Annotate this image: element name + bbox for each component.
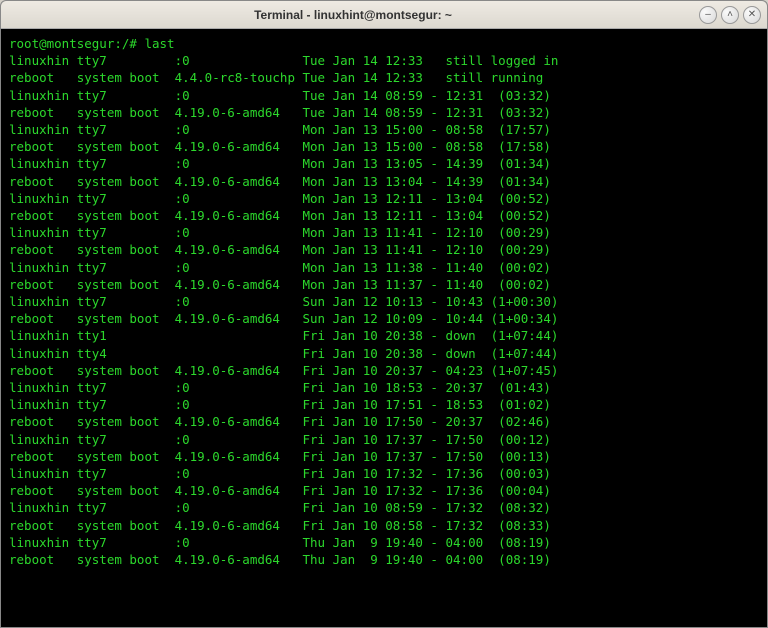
output-line: linuxhin tty7 :0 Thu Jan 9 19:40 - 04:00… <box>9 534 759 551</box>
output-line: linuxhin tty7 :0 Fri Jan 10 17:51 - 18:5… <box>9 396 759 413</box>
titlebar[interactable]: Terminal - linuxhint@montsegur: ~ ‒ ˄ ✕ <box>1 1 767 29</box>
output-line: reboot system boot 4.19.0-6-amd64 Tue Ja… <box>9 104 759 121</box>
output-line: reboot system boot 4.19.0-6-amd64 Mon Ja… <box>9 173 759 190</box>
output-rows: linuxhin tty7 :0 Tue Jan 14 12:33 still … <box>9 52 759 568</box>
output-line: reboot system boot 4.19.0-6-amd64 Fri Ja… <box>9 413 759 430</box>
output-line: reboot system boot 4.19.0-6-amd64 Fri Ja… <box>9 448 759 465</box>
prompt-line: root@montsegur:/# last <box>9 35 759 52</box>
output-line: linuxhin tty7 :0 Mon Jan 13 13:05 - 14:3… <box>9 155 759 172</box>
output-line: linuxhin tty7 :0 Mon Jan 13 11:41 - 12:1… <box>9 224 759 241</box>
output-line: reboot system boot 4.19.0-6-amd64 Mon Ja… <box>9 138 759 155</box>
maximize-button[interactable]: ˄ <box>721 6 739 24</box>
output-line: reboot system boot 4.19.0-6-amd64 Thu Ja… <box>9 551 759 568</box>
output-line: linuxhin tty4 Fri Jan 10 20:38 - down (1… <box>9 345 759 362</box>
output-line: reboot system boot 4.4.0-rc8-touchp Tue … <box>9 69 759 86</box>
output-line: linuxhin tty7 :0 Tue Jan 14 12:33 still … <box>9 52 759 69</box>
output-line: linuxhin tty7 :0 Mon Jan 13 15:00 - 08:5… <box>9 121 759 138</box>
output-line: reboot system boot 4.19.0-6-amd64 Fri Ja… <box>9 362 759 379</box>
minimize-button[interactable]: ‒ <box>699 6 717 24</box>
output-line: linuxhin tty7 :0 Tue Jan 14 08:59 - 12:3… <box>9 87 759 104</box>
output-line: linuxhin tty7 :0 Fri Jan 10 17:32 - 17:3… <box>9 465 759 482</box>
output-line: linuxhin tty7 :0 Fri Jan 10 18:53 - 20:3… <box>9 379 759 396</box>
output-line: linuxhin tty7 :0 Mon Jan 13 11:38 - 11:4… <box>9 259 759 276</box>
output-line: reboot system boot 4.19.0-6-amd64 Mon Ja… <box>9 207 759 224</box>
output-line: linuxhin tty7 :0 Mon Jan 13 12:11 - 13:0… <box>9 190 759 207</box>
terminal-window: Terminal - linuxhint@montsegur: ~ ‒ ˄ ✕ … <box>0 0 768 628</box>
window-title: Terminal - linuxhint@montsegur: ~ <box>7 8 699 22</box>
window-controls: ‒ ˄ ✕ <box>699 6 761 24</box>
output-line: linuxhin tty7 :0 Sun Jan 12 10:13 - 10:4… <box>9 293 759 310</box>
output-line: reboot system boot 4.19.0-6-amd64 Fri Ja… <box>9 517 759 534</box>
close-button[interactable]: ✕ <box>743 6 761 24</box>
terminal-viewport[interactable]: root@montsegur:/# last linuxhin tty7 :0 … <box>1 29 767 627</box>
output-line: reboot system boot 4.19.0-6-amd64 Fri Ja… <box>9 482 759 499</box>
output-line: linuxhin tty7 :0 Fri Jan 10 08:59 - 17:3… <box>9 499 759 516</box>
output-line: reboot system boot 4.19.0-6-amd64 Mon Ja… <box>9 241 759 258</box>
output-line: linuxhin tty1 Fri Jan 10 20:38 - down (1… <box>9 327 759 344</box>
output-line: reboot system boot 4.19.0-6-amd64 Mon Ja… <box>9 276 759 293</box>
output-line: reboot system boot 4.19.0-6-amd64 Sun Ja… <box>9 310 759 327</box>
output-line: linuxhin tty7 :0 Fri Jan 10 17:37 - 17:5… <box>9 431 759 448</box>
